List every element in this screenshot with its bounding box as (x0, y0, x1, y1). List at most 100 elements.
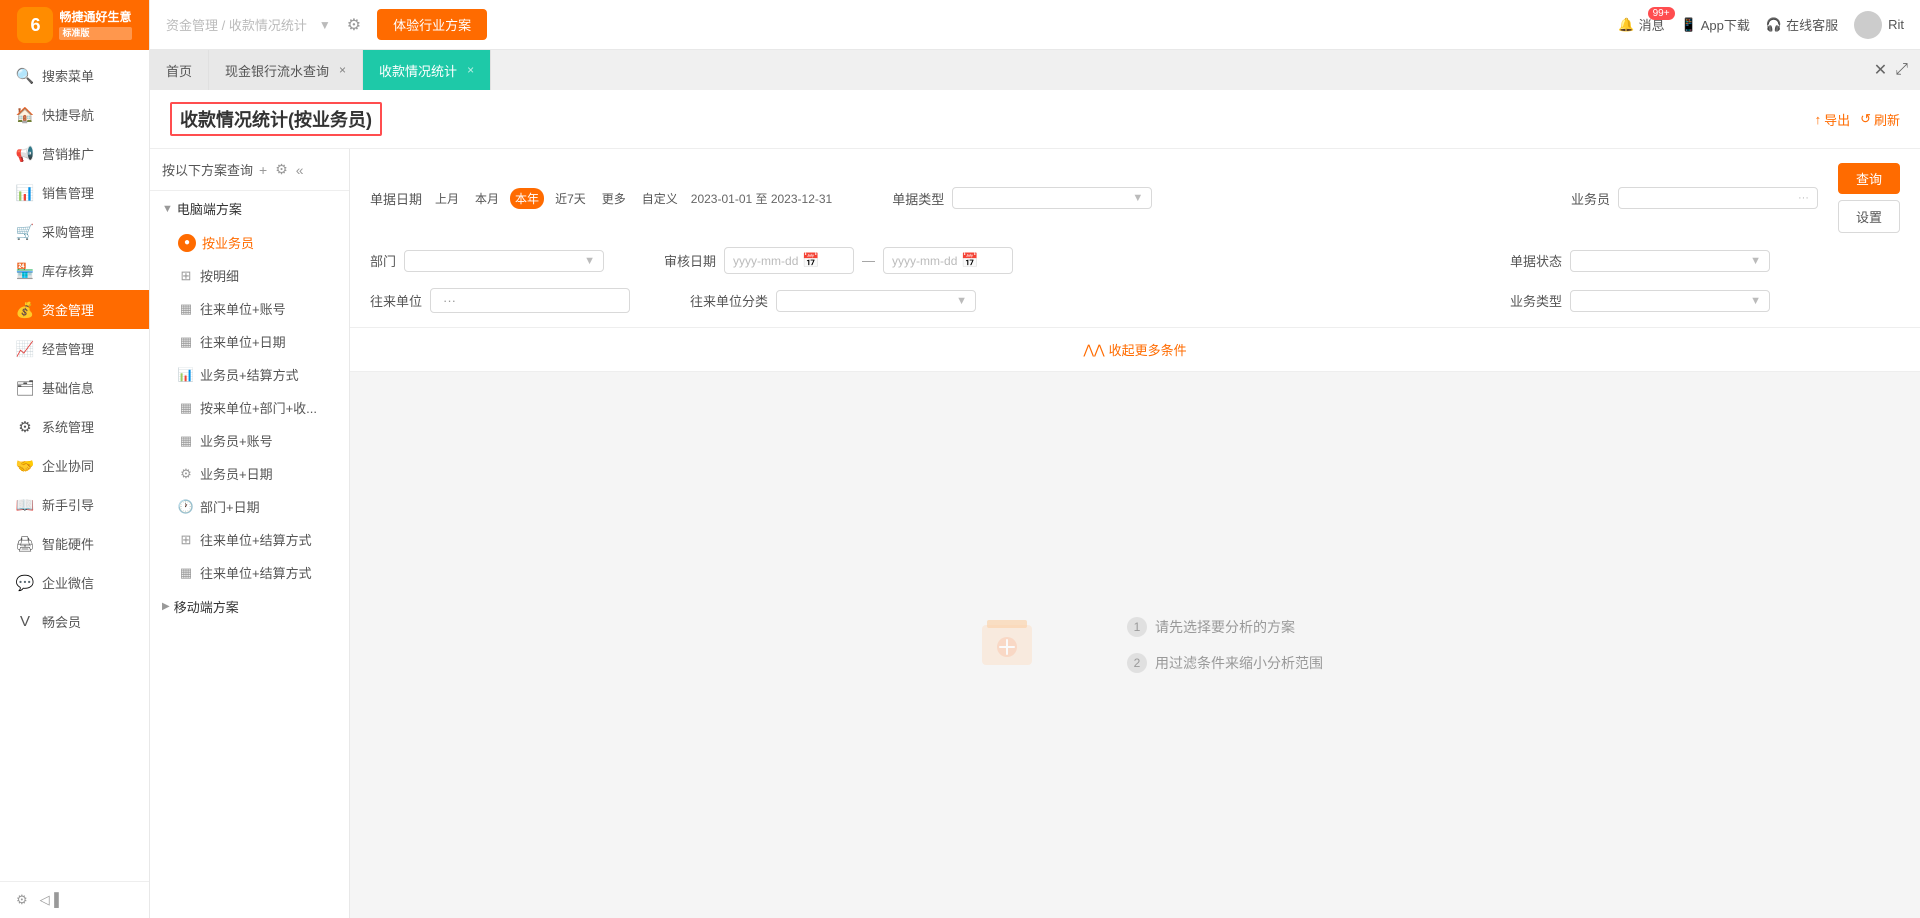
partner-dept-icon: ▦ (178, 400, 194, 416)
scheme-item-partner-account[interactable]: ▦ 往来单位+账号 (150, 292, 349, 325)
desktop-group-label: 电脑端方案 (177, 199, 242, 218)
tab-collection-label: 收款情况统计 (379, 61, 457, 80)
sidebar-item-enterprise[interactable]: 🤝 企业协同 (0, 446, 149, 485)
partner-select[interactable]: ··· (430, 288, 630, 313)
sidebar-bottom: ⚙ ◁▐ (0, 881, 149, 918)
date-tab-more[interactable]: 更多 (597, 188, 631, 209)
left-panel-header: 按以下方案查询 + ⚙ « (150, 149, 349, 191)
sidebar-item-guide[interactable]: 📖 新手引导 (0, 485, 149, 524)
sidebar-item-system[interactable]: ⚙ 系统管理 (0, 407, 149, 446)
sidebar-collapse-icon[interactable]: ◁▐ (40, 892, 59, 908)
date-tab-this-month[interactable]: 本月 (470, 188, 504, 209)
phone-icon: 📱 (1681, 17, 1697, 33)
sidebar-gear-icon[interactable]: ⚙ (16, 892, 28, 908)
refresh-button[interactable]: ↺ 刷新 (1860, 110, 1900, 129)
sidebar-item-sales[interactable]: 📊 销售管理 (0, 173, 149, 212)
trial-button[interactable]: 体验行业方案 (377, 9, 487, 40)
collapse-panel-button[interactable]: « (294, 160, 306, 180)
date-tab-custom[interactable]: 自定义 (637, 188, 683, 209)
business-type-select[interactable]: ▼ (1570, 290, 1770, 312)
review-date-end-input[interactable]: yyyy-mm-dd 📅 (883, 247, 1013, 274)
inventory-icon: 🏪 (16, 262, 34, 280)
mobile-group-header[interactable]: ▶ 移动端方案 (150, 589, 349, 624)
tab-collection-close-icon[interactable]: × (467, 63, 474, 77)
calendar-end-icon: 📅 (961, 252, 978, 269)
sidebar-item-search[interactable]: 🔍 搜索菜单 (0, 56, 149, 95)
page-container: 收款情况统计(按业务员) ↑ 导出 ↺ 刷新 按以下方案查询 + ⚙ (150, 90, 1920, 918)
refresh-icon: ↺ (1860, 111, 1871, 127)
online-service-button[interactable]: 🎧 在线客服 (1766, 15, 1838, 34)
main-area: 资金管理 / 收款情况统计 ▼ ⚙ 体验行业方案 🔔 消息 99+ 📱 App下… (150, 0, 1920, 918)
sidebar-item-hardware[interactable]: 🖨 智能硬件 (0, 524, 149, 563)
query-button[interactable]: 查询 (1838, 163, 1900, 194)
filter-area: 单据日期 上月 本月 本年 近7天 更多 自定义 2023-01-01 至 20… (350, 149, 1920, 328)
sidebar-item-purchase[interactable]: 🛒 采购管理 (0, 212, 149, 251)
marketing-icon: 📢 (16, 145, 34, 163)
export-button[interactable]: ↑ 导出 (1815, 110, 1851, 129)
scheme-item-partner-date[interactable]: ▦ 往来单位+日期 (150, 325, 349, 358)
filter-row-1: 单据日期 上月 本月 本年 近7天 更多 自定义 2023-01-01 至 20… (370, 163, 1900, 233)
purchase-icon: 🛒 (16, 223, 34, 241)
review-date-start-input[interactable]: yyyy-mm-dd 📅 (724, 247, 854, 274)
sidebar-item-operations[interactable]: 📈 经营管理 (0, 329, 149, 368)
salesman-select[interactable]: ··· (1618, 187, 1818, 209)
partner-settlement1-icon: ⊞ (178, 532, 194, 548)
scheme-settings-button[interactable]: ⚙ (273, 159, 290, 180)
topbar-gear-icon[interactable]: ⚙ (343, 11, 365, 39)
app-name: 畅捷通好生意 (59, 10, 131, 24)
partner-settlement2-icon: ▦ (178, 565, 194, 581)
tab-collection[interactable]: 收款情况统计 × (363, 50, 491, 90)
window-controls: ✕ ⤢ (1862, 60, 1920, 80)
sidebar-item-basic-info[interactable]: 🗂 基础信息 (0, 368, 149, 407)
sidebar-item-marketing[interactable]: 📢 营销推广 (0, 134, 149, 173)
scheme-item-partner-settlement1[interactable]: ⊞ 往来单位+结算方式 (150, 523, 349, 556)
tab-bank-close-icon[interactable]: × (339, 63, 346, 77)
bell-icon: 🔔 (1618, 17, 1634, 33)
user-menu[interactable]: Rit (1854, 11, 1904, 39)
desktop-group-header[interactable]: ▼ 电脑端方案 (150, 191, 349, 226)
tab-bank[interactable]: 现金银行流水查询 × (209, 50, 363, 90)
scheme-item-by-salesman[interactable]: ● 按业务员 (150, 226, 349, 259)
salesman-settlement-icon: 📊 (178, 367, 194, 383)
message-button[interactable]: 🔔 消息 99+ (1618, 15, 1664, 34)
sidebar-item-member[interactable]: V 畅会员 (0, 602, 149, 641)
maximize-window-button[interactable]: ⤢ (1895, 61, 1908, 79)
scheme-item-partner-settlement2[interactable]: ▦ 往来单位+结算方式 (150, 556, 349, 589)
date-tab-this-year[interactable]: 本年 (510, 188, 544, 209)
mobile-scheme-group: ▶ 移动端方案 (150, 589, 349, 624)
collapse-more-section[interactable]: ⋀⋀ 收起更多条件 (350, 328, 1920, 372)
dept-select[interactable]: ▼ (404, 250, 604, 272)
system-icon: ⚙ (16, 418, 34, 436)
date-tab-last-month[interactable]: 上月 (430, 188, 464, 209)
add-scheme-button[interactable]: + (257, 160, 269, 180)
scheme-item-by-partner-dept[interactable]: ▦ 按来单位+部门+收... (150, 391, 349, 424)
sidebar-item-wechat[interactable]: 💬 企业微信 (0, 563, 149, 602)
filter-row-3: 往来单位 ··· 往来单位分类 ▼ (370, 288, 1900, 313)
date-tab-7days[interactable]: 近7天 (550, 188, 591, 209)
app-download-button[interactable]: 📱 App下载 (1681, 15, 1750, 34)
group-expand-icon: ▼ (162, 203, 173, 215)
scheme-item-salesman-settlement[interactable]: 📊 业务员+结算方式 (150, 358, 349, 391)
version-badge: 标准版 (59, 27, 131, 40)
sidebar-item-finance[interactable]: 💰 资金管理 (0, 290, 149, 329)
category-filter-group: 单据类型 ▼ (892, 187, 1152, 209)
dept-label: 部门 (370, 251, 396, 270)
desktop-scheme-group: ▼ 电脑端方案 ● 按业务员 ⊞ 按明细 ▦ 往来单位+账号 (150, 191, 349, 589)
scheme-item-by-detail[interactable]: ⊞ 按明细 (150, 259, 349, 292)
sidebar-item-inventory[interactable]: 🏪 库存核算 (0, 251, 149, 290)
close-window-button[interactable]: ✕ (1874, 60, 1887, 80)
review-date-filter-group: 审核日期 yyyy-mm-dd 📅 — yyyy-mm-dd 📅 (664, 247, 1013, 274)
search-menu-icon: 🔍 (16, 67, 34, 85)
category-select[interactable]: ▼ (952, 187, 1152, 209)
sidebar: 6 畅捷通好生意 标准版 🔍 搜索菜单 🏠 快捷导航 📢 营销推广 📊 销售管理… (0, 0, 150, 918)
sidebar-item-quick-nav[interactable]: 🏠 快捷导航 (0, 95, 149, 134)
calendar-start-icon: 📅 (802, 252, 819, 269)
scheme-item-salesman-account[interactable]: ▦ 业务员+账号 (150, 424, 349, 457)
enterprise-icon: 🤝 (16, 457, 34, 475)
partner-category-select[interactable]: ▼ (776, 290, 976, 312)
doc-status-select[interactable]: ▼ (1570, 250, 1770, 272)
tab-home[interactable]: 首页 (150, 50, 209, 90)
scheme-item-salesman-date[interactable]: ⚙ 业务员+日期 (150, 457, 349, 490)
scheme-item-dept-date[interactable]: 🕐 部门+日期 (150, 490, 349, 523)
setting-button[interactable]: 设置 (1838, 200, 1900, 233)
